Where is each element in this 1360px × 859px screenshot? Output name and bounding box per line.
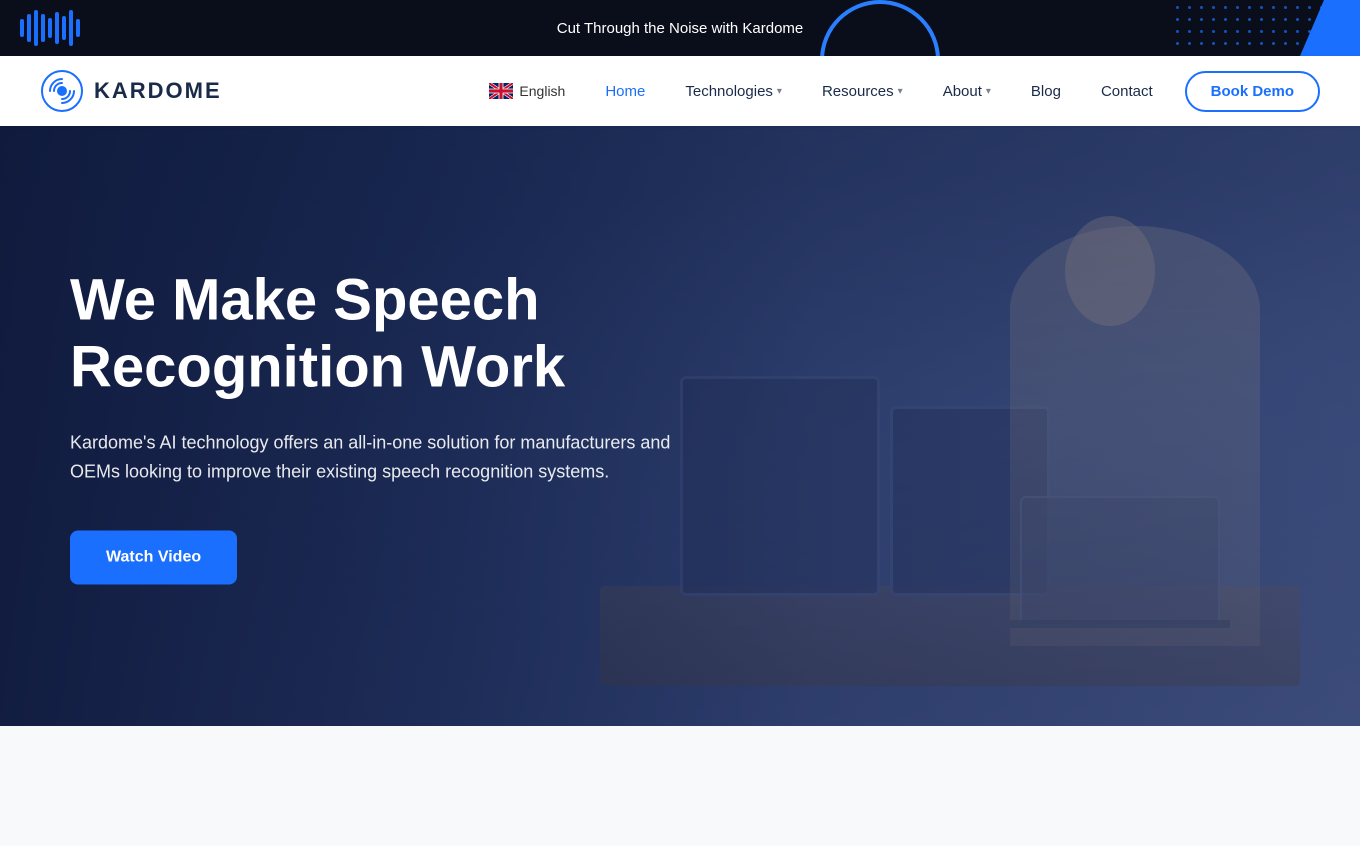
chevron-down-icon: ▾ — [898, 86, 903, 97]
announcement-text: Cut Through the Noise with Kardome — [557, 20, 804, 37]
nav-item-home[interactable]: Home — [589, 75, 661, 108]
watch-video-button[interactable]: Watch Video — [70, 530, 237, 584]
logo-icon — [40, 69, 84, 113]
nav-links: English Home Technologies ▾ Resources ▾ … — [489, 71, 1320, 112]
nav-item-technologies[interactable]: Technologies ▾ — [669, 75, 798, 108]
nav-item-blog[interactable]: Blog — [1015, 75, 1077, 108]
book-demo-button[interactable]: Book Demo — [1185, 71, 1320, 112]
nav-item-contact[interactable]: Contact — [1085, 75, 1169, 108]
hero-content: We Make Speech Recognition Work Kardome'… — [70, 268, 770, 585]
hero-subtitle: Kardome's AI technology offers an all-in… — [70, 429, 690, 487]
audio-wave-icon — [20, 10, 80, 46]
chevron-down-icon: ▾ — [986, 86, 991, 97]
nav-item-resources[interactable]: Resources ▾ — [806, 75, 919, 108]
below-fold-section — [0, 726, 1360, 846]
announcement-bar: Cut Through the Noise with Kardome // In… — [0, 0, 1360, 56]
chevron-down-icon: ▾ — [777, 86, 782, 97]
logo[interactable]: KARDOME — [40, 69, 222, 113]
lang-label: English — [519, 83, 565, 99]
hero-title: We Make Speech Recognition Work — [70, 268, 770, 401]
language-selector[interactable]: English — [489, 83, 565, 99]
hero-section: We Make Speech Recognition Work Kardome'… — [0, 126, 1360, 726]
navbar: KARDOME English Home Technologies ▾ Reso… — [0, 56, 1360, 126]
flag-icon — [489, 83, 513, 99]
logo-text: KARDOME — [94, 78, 222, 104]
nav-item-about[interactable]: About ▾ — [927, 75, 1007, 108]
